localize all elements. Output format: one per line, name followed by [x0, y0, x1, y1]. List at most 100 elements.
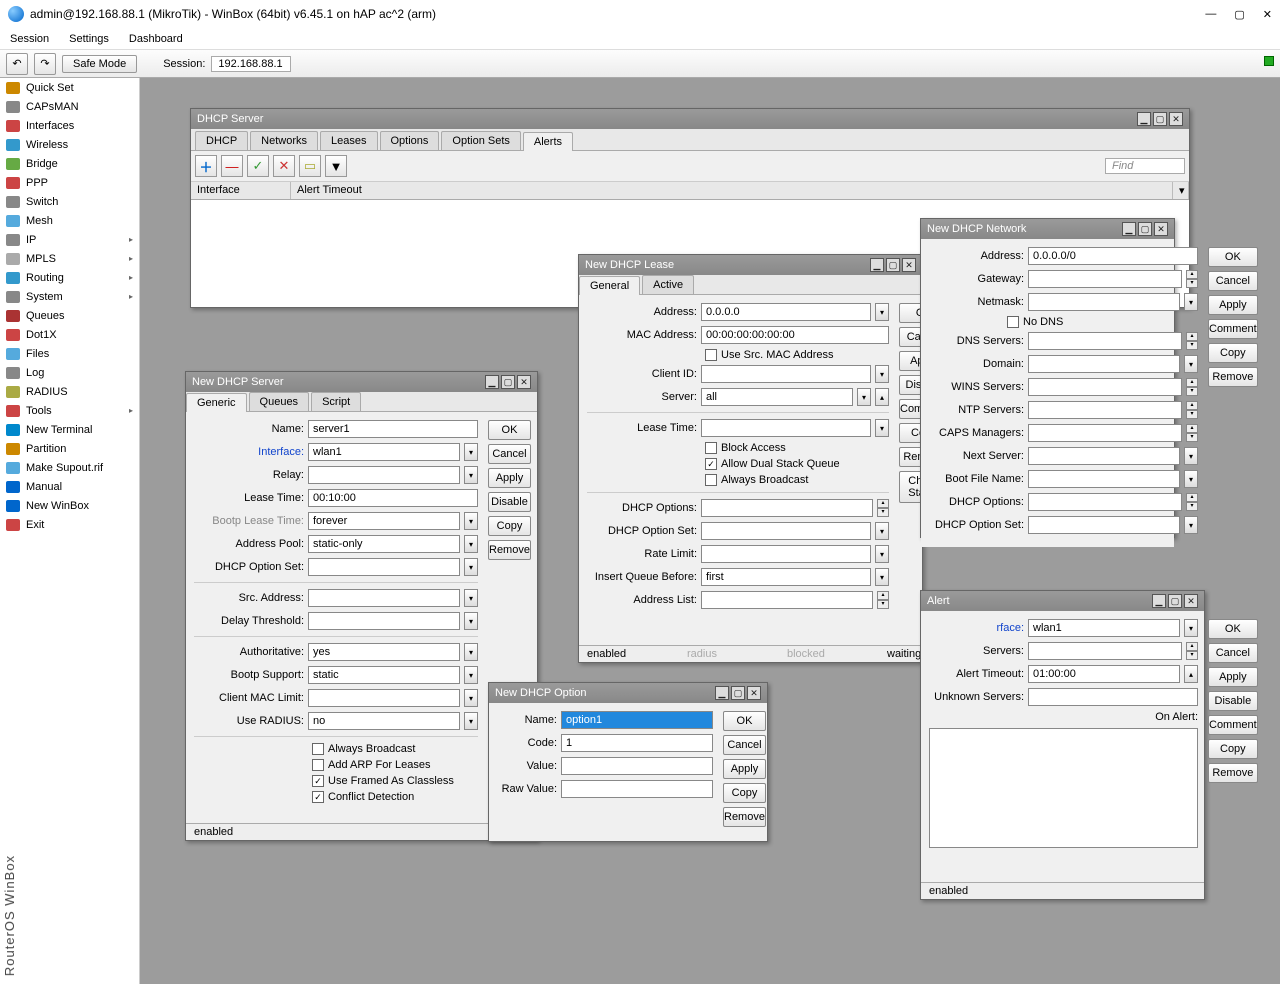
sidebar-item-routing[interactable]: Routing▸: [0, 268, 139, 287]
disable-button[interactable]: ✕: [273, 155, 295, 177]
ok-button[interactable]: OK: [1208, 619, 1258, 639]
insert-queue-before-input[interactable]: [701, 568, 871, 586]
checkbox[interactable]: [705, 442, 717, 454]
wins-servers-input[interactable]: [1028, 378, 1182, 396]
maximize-icon[interactable]: ▢: [1168, 594, 1182, 608]
sidebar-item-log[interactable]: Log: [0, 363, 139, 382]
servers-input[interactable]: [1028, 642, 1182, 660]
enable-button[interactable]: ✓: [247, 155, 269, 177]
col-menu-icon[interactable]: ▾: [1173, 182, 1189, 199]
tab-alerts[interactable]: Alerts: [523, 132, 573, 151]
dhcp-option-set-input[interactable]: [308, 558, 460, 576]
comment-button[interactable]: ▭: [299, 155, 321, 177]
authoritative-input[interactable]: [308, 643, 460, 661]
cancel-button[interactable]: Cancel: [1208, 643, 1258, 663]
dropdown-icon[interactable]: ▾: [464, 666, 478, 684]
minimize-icon[interactable]: ▁: [485, 375, 499, 389]
menu-dashboard[interactable]: Dashboard: [129, 33, 183, 45]
tab-dhcp[interactable]: DHCP: [195, 131, 248, 150]
boot-file-name-input[interactable]: [1028, 470, 1180, 488]
spinner[interactable]: ▴▾: [1186, 332, 1198, 350]
maximize-icon[interactable]: ▢: [1138, 222, 1152, 236]
ok-button[interactable]: OK: [488, 420, 531, 440]
dropdown-icon[interactable]: ▾: [464, 535, 478, 553]
sidebar-item-manual[interactable]: Manual: [0, 477, 139, 496]
address-list-input[interactable]: [701, 591, 873, 609]
sidebar-item-partition[interactable]: Partition: [0, 439, 139, 458]
relay-input[interactable]: [308, 466, 460, 484]
sidebar-item-make-supout-rif[interactable]: Make Supout.rif: [0, 458, 139, 477]
remove-button[interactable]: Remove: [723, 807, 766, 827]
name-input[interactable]: [561, 711, 713, 729]
minimize-icon[interactable]: ▁: [870, 258, 884, 272]
alert-timeout-input[interactable]: [1028, 665, 1180, 683]
minimize-icon[interactable]: ▁: [1122, 222, 1136, 236]
rate-limit-input[interactable]: [701, 545, 871, 563]
menu-settings[interactable]: Settings: [69, 33, 109, 45]
tab-options[interactable]: Options: [380, 131, 440, 150]
close-icon[interactable]: ✕: [902, 258, 916, 272]
unknown-servers-input[interactable]: [1028, 688, 1198, 706]
cancel-button[interactable]: Cancel: [1208, 271, 1258, 291]
use-radius-input[interactable]: [308, 712, 460, 730]
code-input[interactable]: [561, 734, 713, 752]
spinner[interactable]: ▴▾: [1186, 270, 1198, 288]
cancel-button[interactable]: Cancel: [488, 444, 531, 464]
sidebar-item-tools[interactable]: Tools▸: [0, 401, 139, 420]
add-button[interactable]: ＋: [195, 155, 217, 177]
ok-button[interactable]: OK: [1208, 247, 1258, 267]
dropdown-icon[interactable]: ▾: [464, 512, 478, 530]
dropdown-icon[interactable]: ▾: [1184, 470, 1198, 488]
sidebar-item-new-winbox[interactable]: New WinBox: [0, 496, 139, 515]
tab-networks[interactable]: Networks: [250, 131, 318, 150]
address-pool-input[interactable]: [308, 535, 460, 553]
undo-button[interactable]: ↶: [6, 53, 28, 75]
ok-button[interactable]: OK: [723, 711, 766, 731]
minimize-icon[interactable]: —: [1205, 8, 1216, 21]
sidebar-item-dot1x[interactable]: Dot1X: [0, 325, 139, 344]
sidebar-item-ip[interactable]: IP▸: [0, 230, 139, 249]
domain-input[interactable]: [1028, 355, 1180, 373]
spinner[interactable]: ▴▾: [1186, 424, 1198, 442]
tab-script[interactable]: Script: [311, 392, 361, 411]
sidebar-item-capsman[interactable]: CAPsMAN: [0, 97, 139, 116]
netmask-input[interactable]: [1028, 293, 1180, 311]
maximize-icon[interactable]: ▢: [1234, 8, 1244, 21]
dropdown-icon[interactable]: ▾: [875, 365, 889, 383]
checkbox[interactable]: [705, 474, 717, 486]
apply-button[interactable]: Apply: [1208, 667, 1258, 687]
col-interface[interactable]: Interface: [191, 182, 291, 199]
sidebar-item-quick-set[interactable]: Quick Set: [0, 78, 139, 97]
disable-button[interactable]: Disable: [1208, 691, 1258, 711]
checkbox[interactable]: ✓: [705, 458, 717, 470]
dhcp-option-set-input[interactable]: [1028, 516, 1180, 534]
dropdown-icon[interactable]: ▾: [1184, 516, 1198, 534]
sidebar-item-new-terminal[interactable]: New Terminal: [0, 420, 139, 439]
checkbox[interactable]: [705, 349, 717, 361]
spinner[interactable]: ▴▾: [877, 499, 889, 517]
sidebar-item-radius[interactable]: RADIUS: [0, 382, 139, 401]
copy-button[interactable]: Copy: [723, 783, 766, 803]
dropdown-icon[interactable]: ▾: [1184, 293, 1198, 311]
address-input[interactable]: [701, 303, 871, 321]
tab-leases[interactable]: Leases: [320, 131, 377, 150]
disable-button[interactable]: Disable: [488, 492, 531, 512]
cancel-button[interactable]: Cancel: [723, 735, 766, 755]
spinner[interactable]: ▴▾: [1186, 401, 1198, 419]
safe-mode-button[interactable]: Safe Mode: [62, 55, 137, 73]
sidebar-item-interfaces[interactable]: Interfaces: [0, 116, 139, 135]
tab-queues[interactable]: Queues: [249, 392, 310, 411]
checkbox[interactable]: ✓: [312, 791, 324, 803]
dhcp-options-input[interactable]: [1028, 493, 1182, 511]
tab-generic[interactable]: Generic: [186, 393, 247, 412]
sidebar-item-bridge[interactable]: Bridge: [0, 154, 139, 173]
spinner[interactable]: ▴▾: [1186, 493, 1198, 511]
spinner[interactable]: ▴▾: [877, 591, 889, 609]
dropdown-icon[interactable]: ▾: [1184, 447, 1198, 465]
apply-button[interactable]: Apply: [723, 759, 766, 779]
on-alert-textarea[interactable]: [929, 728, 1198, 848]
dropdown-icon[interactable]: ▾: [464, 466, 478, 484]
dropdown-icon[interactable]: ▾: [464, 589, 478, 607]
name-input[interactable]: [308, 420, 478, 438]
tab-active[interactable]: Active: [642, 275, 694, 294]
